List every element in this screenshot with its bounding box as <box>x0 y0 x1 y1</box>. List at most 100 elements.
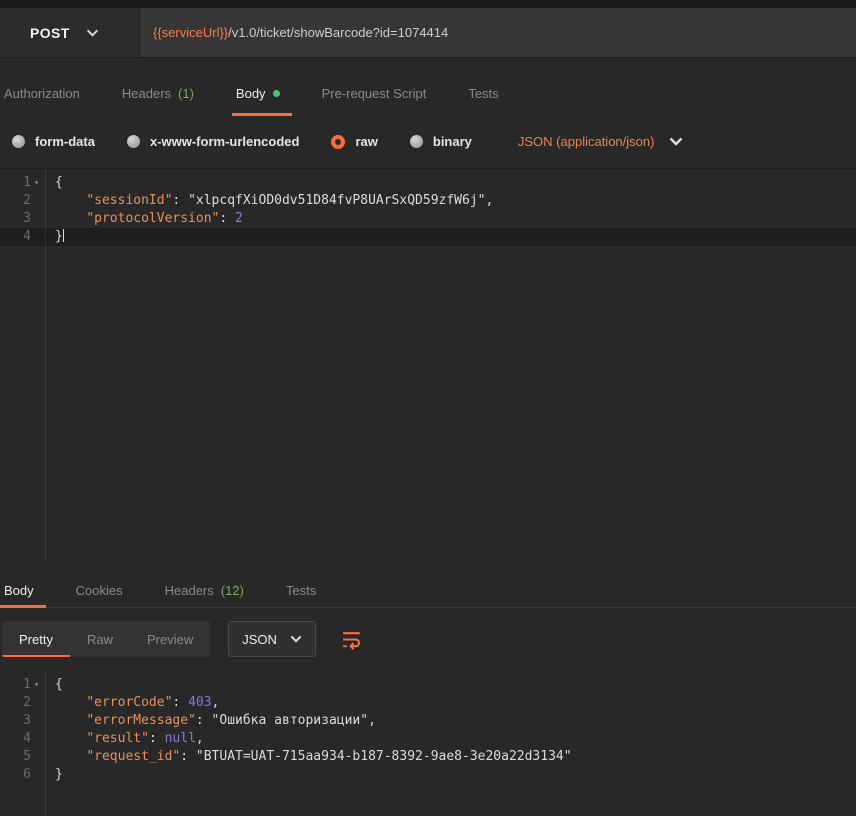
url-input[interactable]: {{serviceUrl}}/v1.0/ticket/showBarcode?i… <box>140 8 856 57</box>
token-punct: : <box>148 731 165 746</box>
token-punct <box>55 695 86 710</box>
code-text: "result": null, <box>45 730 203 748</box>
body-mode-label: x-www-form-urlencoded <box>149 134 300 149</box>
radio-icon <box>12 135 25 148</box>
code-text: } <box>45 766 63 784</box>
request-tab-authorization[interactable]: Authorization <box>2 58 92 115</box>
request-tab-tests[interactable]: Tests <box>466 58 510 115</box>
token-punct <box>55 713 86 728</box>
line-number-text: 1 <box>23 677 31 692</box>
radio-icon <box>126 135 140 148</box>
response-format-label: JSON <box>242 631 277 647</box>
body-mode-raw[interactable]: raw <box>331 134 378 149</box>
token-num: 403 <box>188 695 212 710</box>
body-mode-label: raw <box>355 134 378 149</box>
body-mode-x-www-form-urlencoded[interactable]: x-www-form-urlencoded <box>126 134 300 149</box>
response-tab-cookies[interactable]: Cookies <box>74 559 135 607</box>
response-body-editor[interactable]: 1 ▾{2 "errorCode": 403, 3 "errorMessage": … <box>0 670 856 816</box>
body-mode-label: binary <box>432 134 472 149</box>
code-text: { <box>45 676 63 694</box>
token-str: "xlpcqfXiOD0dv51D84fvP8UArSxQD59zfW6j" <box>188 193 486 208</box>
token-punct: { <box>55 175 63 190</box>
tab-label: Headers <box>121 86 172 101</box>
request-body-editor[interactable]: 1 ▾ {2 "sessionId": "xlpcqfXiOD0dv51D84fvP… <box>0 169 856 559</box>
line-number-text: 5 <box>23 749 31 764</box>
body-mode-binary[interactable]: binary <box>409 134 472 149</box>
response-code-line[interactable]: 5 "request_id": "BTUAT=UAT-715aa934-b187… <box>0 748 856 766</box>
token-punct: , <box>485 193 494 208</box>
line-number: 3 <box>0 210 45 228</box>
token-punct: : <box>219 211 236 226</box>
response-tab-body[interactable]: Body <box>0 559 46 608</box>
tab-label: Cookies <box>75 582 123 598</box>
request-tab-headers[interactable]: Headers (1) <box>120 58 206 115</box>
line-number-text: 3 <box>23 713 31 728</box>
token-key: "sessionId" <box>86 193 173 208</box>
response-tab-tests[interactable]: Tests <box>284 559 328 607</box>
view-mode-pretty[interactable]: Pretty <box>2 621 70 657</box>
tab-count-badge: (1) <box>178 86 194 101</box>
tab-label: Headers <box>164 582 214 598</box>
tab-label: Tests <box>285 582 317 598</box>
request-code-line[interactable]: 1 ▾ { <box>0 174 856 192</box>
request-code-line[interactable]: 4} <box>0 228 856 246</box>
body-mode-options: form-data x-www-form-urlencoded raw binary <box>12 134 504 149</box>
content-type-label: JSON (application/json) <box>517 134 655 149</box>
response-tab-headers[interactable]: Headers (12) <box>163 559 256 607</box>
line-number-text: 3 <box>23 211 31 226</box>
response-code-line[interactable]: 4 "result": null, <box>0 730 856 748</box>
request-code-line[interactable]: 2 "sessionId": "xlpcqfXiOD0dv51D84fvP8UA… <box>0 192 856 210</box>
view-mode-preview[interactable]: Preview <box>130 621 210 657</box>
tab-label: Authorization <box>4 86 80 101</box>
token-punct: , <box>211 695 220 710</box>
token-key: "errorCode" <box>86 695 173 710</box>
response-code-line[interactable]: 1 ▾ { <box>0 676 856 694</box>
url-variable: {{serviceUrl}} <box>153 25 229 40</box>
token-str: "Ошибка авторизации" <box>211 713 369 728</box>
code-text: "request_id": "BTUAT=UAT-715aa934-b187-8… <box>45 748 572 766</box>
request-tab-pre-request-script[interactable]: Pre-request Script <box>320 58 439 115</box>
line-number-text: 4 <box>23 731 31 746</box>
request-url-bar: POST {{serviceUrl}}/v1.0/ticket/showBarc… <box>0 8 856 58</box>
token-punct <box>55 211 86 226</box>
response-code-line[interactable]: 2 "errorCode": 403, <box>0 694 856 712</box>
token-punct: : <box>172 695 189 710</box>
fold-caret-icon: ▾ <box>34 178 39 187</box>
line-number: 4 <box>0 730 45 748</box>
view-mode-raw[interactable]: Raw <box>70 621 130 657</box>
response-code-line[interactable]: 3 "errorMessage": "Ошибка авторизации", <box>0 712 856 730</box>
line-number-text: 2 <box>23 695 31 710</box>
wrap-lines-icon[interactable] <box>336 623 368 655</box>
request-code-line[interactable]: 3 "protocolVersion": 2 <box>0 210 856 228</box>
token-punct: : <box>180 749 196 764</box>
top-strip <box>0 0 856 8</box>
line-number-text: 2 <box>23 193 31 208</box>
token-punct: } <box>55 767 63 782</box>
token-punct <box>55 731 86 746</box>
line-number: 2 <box>0 192 45 210</box>
method-selector[interactable]: POST <box>0 8 140 57</box>
chevron-down-icon <box>86 29 98 37</box>
line-number: 1 ▾ <box>0 174 45 192</box>
token-key: "result" <box>86 731 149 746</box>
response-format-selector[interactable]: JSON <box>228 621 316 657</box>
text-cursor <box>62 229 65 242</box>
token-key: "errorMessage" <box>86 713 196 728</box>
body-mode-form-data[interactable]: form-data <box>12 134 95 149</box>
request-tab-body[interactable]: Body <box>231 58 292 116</box>
line-number: 6 <box>0 766 45 784</box>
token-key: "request_id" <box>86 749 181 764</box>
token-punct: : <box>195 713 212 728</box>
response-code-line[interactable]: 6} <box>0 766 856 784</box>
tab-label: Body <box>4 582 34 598</box>
chevron-down-icon <box>670 137 683 146</box>
green-dot-icon <box>272 90 280 97</box>
token-lit: null <box>164 731 196 746</box>
code-text: "errorCode": 403, <box>45 694 219 712</box>
token-punct: , <box>368 713 376 728</box>
token-str: "BTUAT=UAT-715aa934-b187-8392-9ae8-3e20a… <box>195 749 572 764</box>
token-punct <box>55 749 86 764</box>
method-label: POST <box>30 24 70 41</box>
line-number: 5 <box>0 748 45 766</box>
content-type-selector[interactable]: JSON (application/json) <box>518 134 684 149</box>
